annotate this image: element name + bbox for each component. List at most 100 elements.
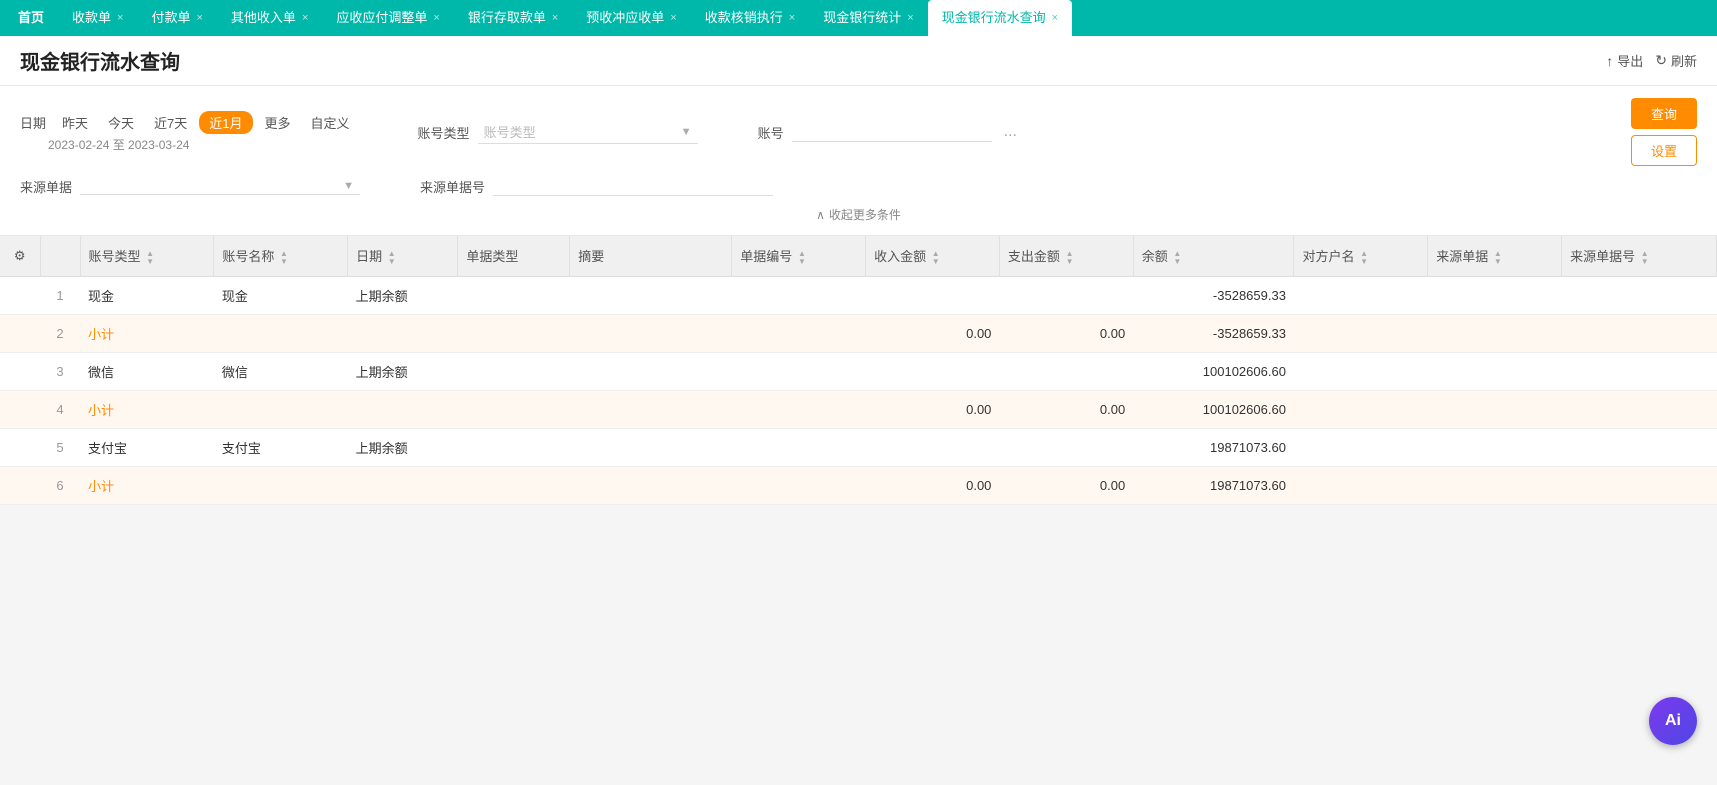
account-input[interactable] xyxy=(792,122,992,142)
table-row[interactable]: 4小计0.000.00100102606.60 xyxy=(0,390,1717,428)
nav-payment-close[interactable]: × xyxy=(196,0,202,36)
table-row[interactable]: 2小计0.000.00-3528659.33 xyxy=(0,314,1717,352)
source-doc-select[interactable]: ▼ xyxy=(80,178,360,195)
date-opt-more[interactable]: 更多 xyxy=(257,111,299,134)
cell-account-type: 小计 xyxy=(80,314,214,352)
nav-receipt-verify-close[interactable]: × xyxy=(789,0,795,36)
nav-cash-bank-stat-close[interactable]: × xyxy=(907,0,913,36)
nav-ar-ap-adjust-close[interactable]: × xyxy=(433,0,439,36)
cell-date: 上期余额 xyxy=(348,428,458,466)
nav-prepaid[interactable]: 预收冲应收单 × xyxy=(572,0,690,36)
export-icon: ↑ xyxy=(1606,53,1613,69)
export-button[interactable]: ↑ 导出 xyxy=(1606,51,1643,70)
row-checkbox xyxy=(0,390,40,428)
cell-balance: 100102606.60 xyxy=(1133,352,1294,390)
ai-badge[interactable]: Ai xyxy=(1649,697,1697,745)
date-opt-today[interactable]: 今天 xyxy=(100,111,142,134)
table-row[interactable]: 3微信微信上期余额100102606.60 xyxy=(0,352,1717,390)
main-table: ⚙ 账号类型 ▲▼ 账号名称 ▲▼ 日期 ▲▼ 单据类型 摘要 单据编号 xyxy=(0,236,1717,505)
date-opt-7days[interactable]: 近7天 xyxy=(146,111,195,134)
table-header-row: ⚙ 账号类型 ▲▼ 账号名称 ▲▼ 日期 ▲▼ 单据类型 摘要 单据编号 xyxy=(0,236,1717,276)
table-row[interactable]: 5支付宝支付宝上期余额19871073.60 xyxy=(0,428,1717,466)
date-opt-yesterday[interactable]: 昨天 xyxy=(54,111,96,134)
sort-balance: ▲▼ xyxy=(1173,250,1181,266)
cell-source-doc xyxy=(1428,352,1562,390)
cell-balance: -3528659.33 xyxy=(1133,276,1294,314)
source-doc-num-input[interactable] xyxy=(493,176,773,196)
cell-expense xyxy=(999,352,1133,390)
nav-other-income[interactable]: 其他收入单 × xyxy=(217,0,322,36)
nav-payment[interactable]: 付款单 × xyxy=(137,0,216,36)
th-counterpart[interactable]: 对方户名 ▲▼ xyxy=(1294,236,1428,276)
th-source-doc-no[interactable]: 来源单据号 ▲▼ xyxy=(1562,236,1717,276)
nav-ar-ap-adjust[interactable]: 应收应付调整单 × xyxy=(322,0,453,36)
th-income[interactable]: 收入金额 ▲▼ xyxy=(866,236,1000,276)
cell-summary xyxy=(570,314,732,352)
table-row[interactable]: 6小计0.000.0019871073.60 xyxy=(0,466,1717,504)
cell-expense xyxy=(999,428,1133,466)
cell-account-name xyxy=(214,314,348,352)
cell-doc-no xyxy=(732,390,866,428)
cell-source-doc-no xyxy=(1562,352,1717,390)
table-row[interactable]: 1现金现金上期余额-3528659.33 xyxy=(0,276,1717,314)
th-gear[interactable]: ⚙ xyxy=(0,236,40,276)
nav-home[interactable]: 首页 xyxy=(4,0,58,36)
cell-expense: 0.00 xyxy=(999,314,1133,352)
nav-cash-bank-flow[interactable]: 现金银行流水查询 × xyxy=(928,0,1072,36)
nav-bank-deposit[interactable]: 银行存取款单 × xyxy=(454,0,572,36)
cell-balance: -3528659.33 xyxy=(1133,314,1294,352)
sort-expense: ▲▼ xyxy=(1066,250,1074,266)
cell-income: 0.00 xyxy=(866,466,1000,504)
cell-source-doc xyxy=(1428,390,1562,428)
nav-bank-deposit-close[interactable]: × xyxy=(552,0,558,36)
filter-area: 日期 昨天 今天 近7天 近1月 更多 自定义 2023-02-24 至 202… xyxy=(0,86,1717,236)
cell-counterpart xyxy=(1294,428,1428,466)
account-type-label: 账号类型 xyxy=(418,123,470,142)
cell-source-doc-no xyxy=(1562,390,1717,428)
nav-receipt[interactable]: 收款单 × xyxy=(58,0,137,36)
cell-summary xyxy=(570,352,732,390)
cell-doc-no xyxy=(732,314,866,352)
sort-account-type: ▲▼ xyxy=(146,250,154,266)
th-account-name[interactable]: 账号名称 ▲▼ xyxy=(214,236,348,276)
collapse-row: ∧ 收起更多条件 xyxy=(20,206,1697,223)
refresh-button[interactable]: ↻ 刷新 xyxy=(1655,51,1697,70)
nav-other-income-close[interactable]: × xyxy=(302,0,308,36)
cell-counterpart xyxy=(1294,314,1428,352)
nav-receipt-verify[interactable]: 收款核销执行 × xyxy=(691,0,809,36)
th-expense[interactable]: 支出金额 ▲▼ xyxy=(999,236,1133,276)
account-type-select[interactable]: 账号类型 ▼ xyxy=(478,120,698,144)
th-doc-no[interactable]: 单据编号 ▲▼ xyxy=(732,236,866,276)
th-doc-type: 单据类型 xyxy=(458,236,570,276)
cell-counterpart xyxy=(1294,352,1428,390)
th-balance[interactable]: 余额 ▲▼ xyxy=(1133,236,1294,276)
nav-receipt-close[interactable]: × xyxy=(117,0,123,36)
cell-doc-type xyxy=(458,314,570,352)
nav-cash-bank-flow-close[interactable]: × xyxy=(1052,0,1058,36)
cell-source-doc-no xyxy=(1562,428,1717,466)
date-opt-custom[interactable]: 自定义 xyxy=(303,111,358,134)
th-account-type[interactable]: 账号类型 ▲▼ xyxy=(80,236,214,276)
th-date[interactable]: 日期 ▲▼ xyxy=(348,236,458,276)
cell-account-name: 支付宝 xyxy=(214,428,348,466)
source-doc-num-label: 来源单据号 xyxy=(420,177,485,196)
row-checkbox xyxy=(0,352,40,390)
setting-button[interactable]: 设置 xyxy=(1631,135,1697,166)
cell-expense xyxy=(999,276,1133,314)
account-label: 账号 xyxy=(758,123,784,142)
cell-doc-type xyxy=(458,390,570,428)
nav-prepaid-close[interactable]: × xyxy=(670,0,676,36)
collapse-button[interactable]: ∧ 收起更多条件 xyxy=(816,206,901,223)
cell-account-type: 小计 xyxy=(80,466,214,504)
th-source-doc[interactable]: 来源单据 ▲▼ xyxy=(1428,236,1562,276)
date-opt-1month[interactable]: 近1月 xyxy=(199,111,252,134)
cell-source-doc-no xyxy=(1562,276,1717,314)
cell-income xyxy=(866,428,1000,466)
cell-doc-no xyxy=(732,276,866,314)
account-dots[interactable]: ... xyxy=(1004,123,1017,141)
row-num: 6 xyxy=(40,466,80,504)
cell-date: 上期余额 xyxy=(348,352,458,390)
nav-cash-bank-stat[interactable]: 现金银行统计 × xyxy=(809,0,927,36)
collapse-icon: ∧ xyxy=(816,208,825,222)
query-button[interactable]: 查询 xyxy=(1631,98,1697,129)
